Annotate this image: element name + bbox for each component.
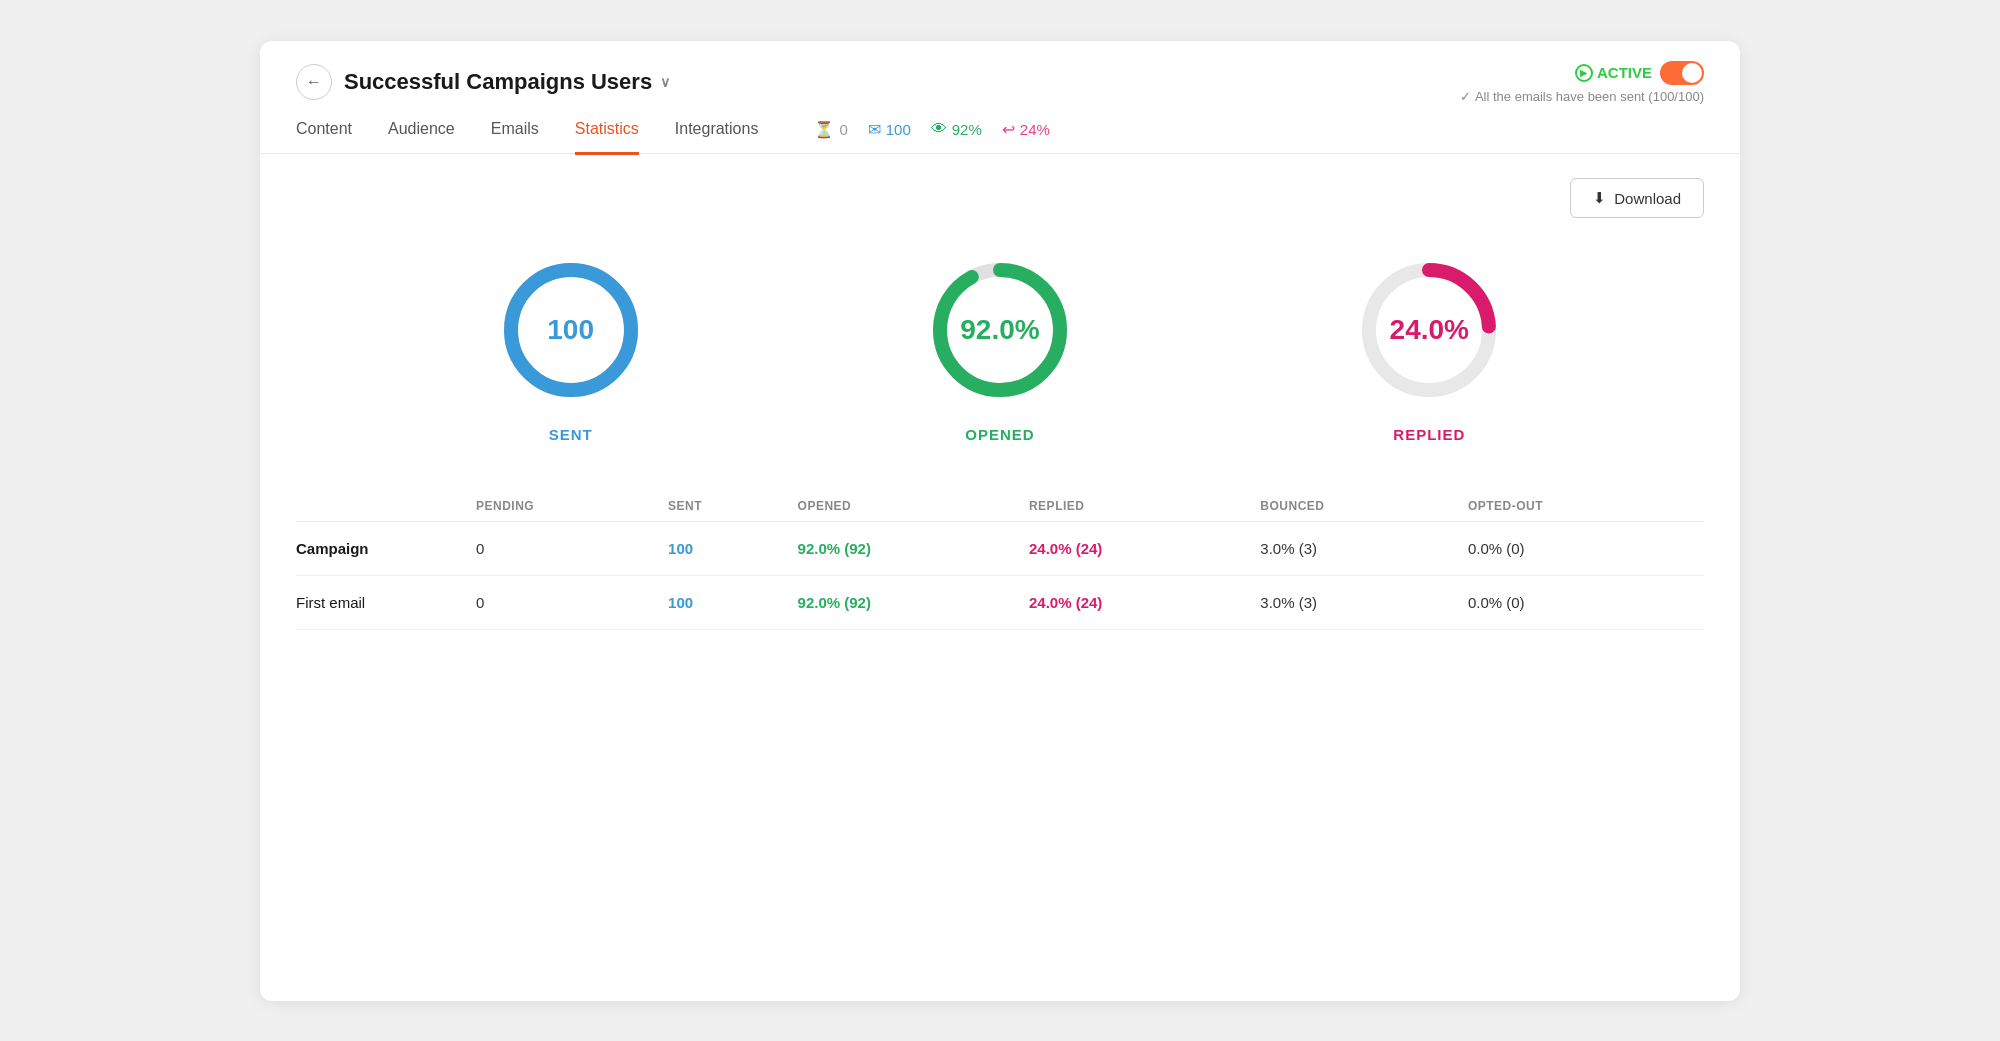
chevron-down-icon[interactable]: ∨: [660, 74, 670, 90]
tab-integrations[interactable]: Integrations: [675, 120, 759, 155]
chart-sent: 100 SENT: [491, 250, 651, 443]
tab-audience[interactable]: Audience: [388, 120, 455, 155]
download-button[interactable]: ⬇ Download: [1570, 178, 1704, 218]
col-pending: PENDING: [476, 491, 668, 522]
row-firstemail-bounced: 3.0% (3): [1260, 576, 1468, 630]
stat-sent-value: 100: [886, 121, 911, 138]
sent-status-text: All the emails have been sent (100/100): [1475, 89, 1704, 104]
hourglass-icon: ⏳: [814, 120, 834, 139]
header-left: ← Successful Campaigns Users ∨: [296, 64, 670, 100]
row-campaign-bounced: 3.0% (3): [1260, 522, 1468, 576]
row-campaign-replied: 24.0% (24): [1029, 522, 1260, 576]
table-header-row: PENDING SENT OPENED REPLIED BOUNCED OPTE…: [296, 491, 1704, 522]
col-replied: REPLIED: [1029, 491, 1260, 522]
row-campaign-pending: 0: [476, 522, 668, 576]
row-firstemail-replied: 24.0% (24): [1029, 576, 1260, 630]
stats-table: PENDING SENT OPENED REPLIED BOUNCED OPTE…: [296, 491, 1704, 630]
row-firstemail-opened: 92.0% (92): [798, 576, 1029, 630]
table-row: Campaign 0 100 92.0% (92) 24.0% (24) 3.0…: [296, 522, 1704, 576]
tabs-bar: Content Audience Emails Statistics Integ…: [260, 120, 1740, 155]
col-sent: SENT: [668, 491, 797, 522]
header-right: ▶ ACTIVE ✓ All the emails have been sent…: [1460, 61, 1704, 104]
col-opted-out: OPTED-OUT: [1468, 491, 1704, 522]
play-icon: ▶: [1575, 64, 1593, 82]
stat-replied: ↩ 24%: [1002, 120, 1050, 139]
row-firstemail-opted-out: 0.0% (0): [1468, 576, 1704, 630]
chart-opened: 92.0% OPENED: [920, 250, 1080, 443]
chart-replied-label: REPLIED: [1393, 426, 1465, 443]
row-campaign-sent: 100: [668, 522, 797, 576]
stat-pending: ⏳ 0: [814, 120, 847, 139]
toggle-knob: [1682, 63, 1702, 83]
back-icon: ←: [306, 73, 322, 91]
check-icon: ✓: [1460, 89, 1471, 104]
col-opened: OPENED: [798, 491, 1029, 522]
download-label: Download: [1614, 190, 1681, 207]
eye-icon: 👁: [931, 120, 947, 138]
envelope-icon: ✉: [868, 120, 881, 139]
tab-statistics[interactable]: Statistics: [575, 120, 639, 155]
main-content: ⬇ Download 100 SENT: [260, 154, 1740, 654]
donut-opened: 92.0%: [920, 250, 1080, 410]
donut-opened-value: 92.0%: [960, 314, 1039, 346]
tab-emails[interactable]: Emails: [491, 120, 539, 155]
reply-icon: ↩: [1002, 120, 1015, 139]
row-campaign-opened: 92.0% (92): [798, 522, 1029, 576]
campaign-title-text: Successful Campaigns Users: [344, 69, 652, 95]
col-bounced: BOUNCED: [1260, 491, 1468, 522]
donut-replied-value: 24.0%: [1390, 314, 1469, 346]
stat-sent: ✉ 100: [868, 120, 911, 139]
active-toggle[interactable]: [1660, 61, 1704, 85]
back-button[interactable]: ←: [296, 64, 332, 100]
active-label: ▶ ACTIVE: [1575, 64, 1652, 82]
stat-replied-value: 24%: [1020, 121, 1050, 138]
stat-opened-value: 92%: [952, 121, 982, 138]
donut-replied: 24.0%: [1349, 250, 1509, 410]
stat-pending-value: 0: [839, 121, 847, 138]
row-campaign-opted-out: 0.0% (0): [1468, 522, 1704, 576]
chart-replied: 24.0% REPLIED: [1349, 250, 1509, 443]
donut-sent-value: 100: [547, 314, 594, 346]
header: ← Successful Campaigns Users ∨ ▶ ACTIVE …: [260, 41, 1740, 104]
tab-stats-row: ⏳ 0 ✉ 100 👁 92% ↩ 24%: [814, 120, 1049, 153]
chart-sent-label: SENT: [549, 426, 593, 443]
main-card: ← Successful Campaigns Users ∨ ▶ ACTIVE …: [260, 41, 1740, 1001]
download-row: ⬇ Download: [296, 178, 1704, 218]
stat-opened: 👁 92%: [931, 120, 982, 138]
active-badge: ▶ ACTIVE: [1575, 61, 1704, 85]
download-icon: ⬇: [1593, 189, 1606, 207]
active-text: ACTIVE: [1597, 64, 1652, 81]
row-firstemail-pending: 0: [476, 576, 668, 630]
campaign-title: Successful Campaigns Users ∨: [344, 69, 670, 95]
sent-status: ✓ All the emails have been sent (100/100…: [1460, 89, 1704, 104]
tab-content[interactable]: Content: [296, 120, 352, 155]
chart-opened-label: OPENED: [965, 426, 1034, 443]
row-campaign-name: Campaign: [296, 522, 476, 576]
col-name: [296, 491, 476, 522]
row-firstemail-name: First email: [296, 576, 476, 630]
table-row: First email 0 100 92.0% (92) 24.0% (24) …: [296, 576, 1704, 630]
charts-row: 100 SENT 92.0% OPENED: [296, 250, 1704, 443]
donut-sent: 100: [491, 250, 651, 410]
row-firstemail-sent: 100: [668, 576, 797, 630]
